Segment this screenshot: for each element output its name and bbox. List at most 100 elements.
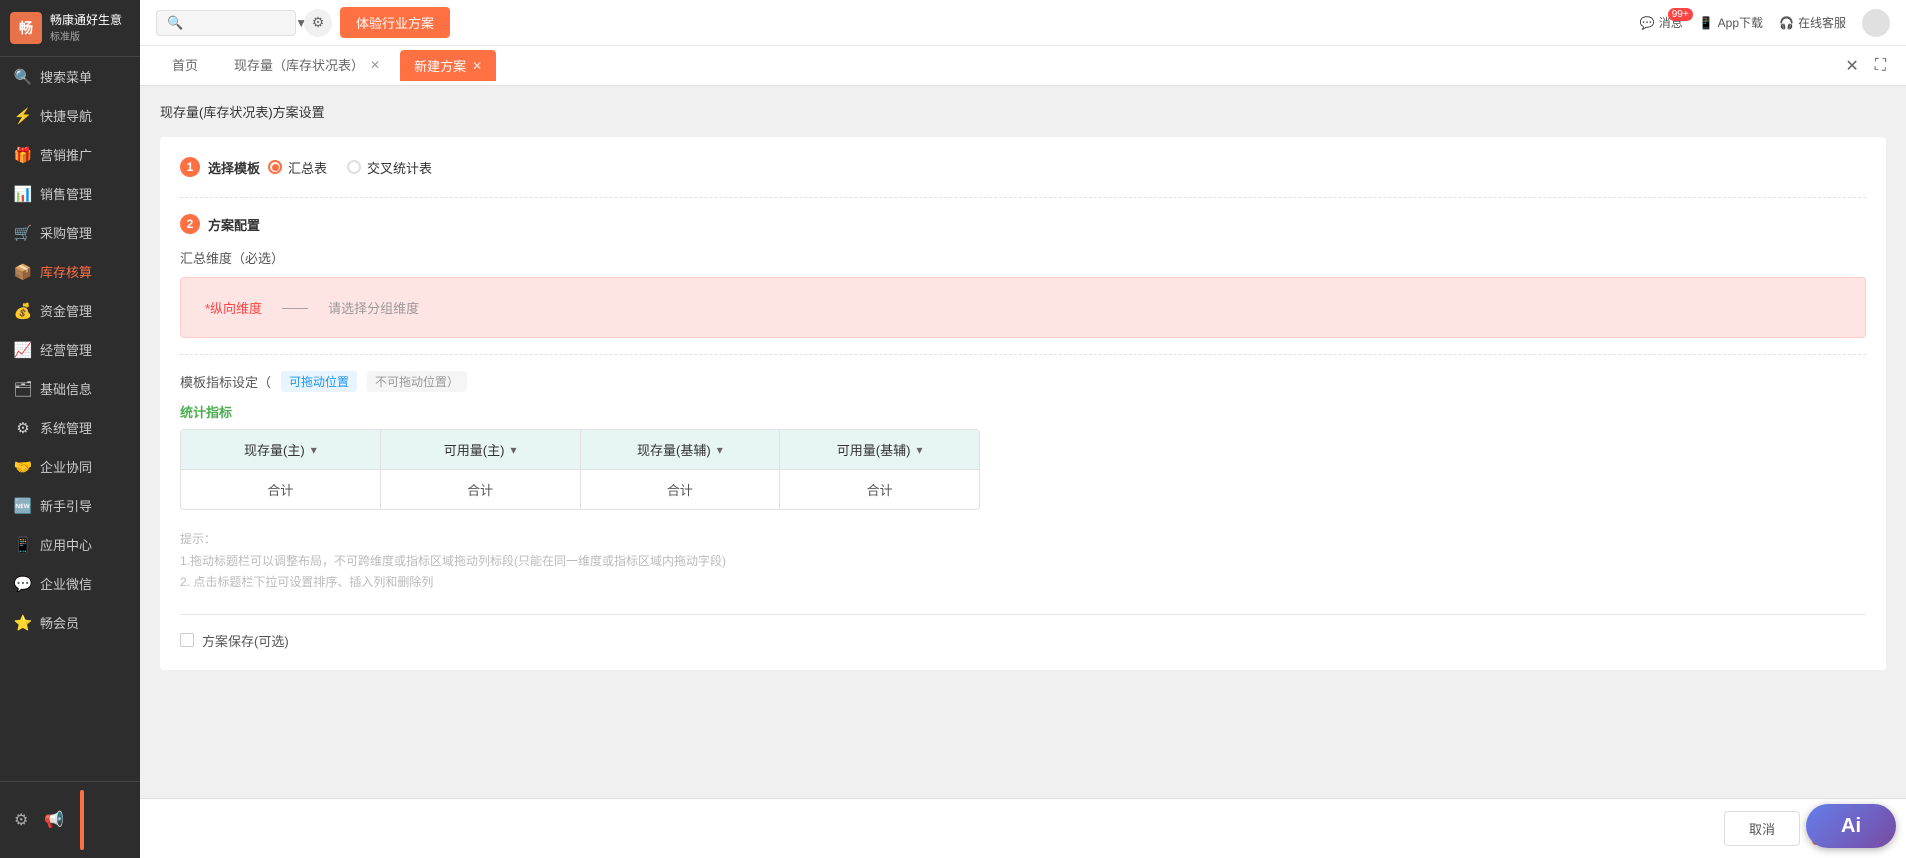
search-box[interactable]: 🔍 ▼ (156, 10, 296, 36)
close-tab-btn[interactable]: ✕ (1841, 54, 1862, 78)
step1-header: 1 选择模板 汇总表 交叉统计表 (180, 157, 1866, 177)
col-chevron-1[interactable]: ▾ (510, 443, 516, 457)
not-draggable-tag: 不可拖动位置） (367, 371, 467, 392)
speaker-icon[interactable]: 📢 (44, 810, 64, 830)
tab-inventory-close[interactable]: ✕ (370, 58, 380, 72)
dimension-box[interactable]: *纵向维度 —— 请选择分组维度 (180, 277, 1866, 338)
sidebar-item-marketing[interactable]: 🎁 营销推广 (0, 135, 140, 174)
hint-box: 提示： 1.拖动标题栏可以调整布局，不可跨维度或指标区域拖动列标段(只能在同一维… (180, 529, 1866, 594)
sidebar-item-label: 经营管理 (40, 340, 92, 359)
sidebar-item-wechat[interactable]: 💬 企业微信 (0, 564, 140, 603)
sidebar-item-inventory[interactable]: 📦 库存核算 (0, 252, 140, 291)
quick-nav-icon: ⚡ (14, 107, 32, 125)
wechat-icon: 💬 (14, 575, 32, 593)
radio-cross-indicator (347, 160, 361, 174)
sidebar-item-label: 销售管理 (40, 184, 92, 203)
marketing-icon: 🎁 (14, 146, 32, 164)
tabs-bar: 首页 现存量（库存状况表） ✕ 新建方案 ✕ ✕ ⛶ (140, 46, 1906, 86)
app-version: 标准版 (50, 28, 122, 43)
message-icon: 💬 (1640, 16, 1655, 30)
app-name: 畅康通好生意 (50, 13, 122, 29)
col-body-1: 合计 (381, 470, 581, 509)
tab-home-label: 首页 (172, 55, 198, 74)
settings-footer-icon[interactable]: ⚙ (14, 810, 28, 830)
tab-home[interactable]: 首页 (156, 47, 214, 84)
metrics-label-row: 模板指标设定（ 可拖动位置 不可拖动位置） (180, 371, 1866, 392)
online-service-btn[interactable]: 🎧 在线客服 (1779, 14, 1846, 31)
divider-1 (180, 197, 1866, 198)
sidebar-item-label: 系统管理 (40, 418, 92, 437)
tab-new-close[interactable]: ✕ (472, 59, 482, 73)
logo-icon: 畅 (10, 12, 42, 44)
tab-new-scheme[interactable]: 新建方案 ✕ (400, 50, 496, 81)
step1-num: 1 (180, 157, 200, 177)
sidebar-item-search[interactable]: 🔍 搜索菜单 (0, 57, 140, 96)
sidebar-item-guide[interactable]: 🆕 新手引导 (0, 486, 140, 525)
messages-badge: 99+ (1668, 8, 1693, 21)
sidebar-item-label: 畅会员 (40, 613, 79, 632)
radio-cross-table[interactable]: 交叉统计表 (347, 158, 432, 177)
col-chevron-0[interactable]: ▾ (311, 443, 317, 457)
sidebar: 畅 畅康通好生意 标准版 🔍 搜索菜单 ⚡ 快捷导航 🎁 营销推广 📊 销售管理… (0, 0, 140, 858)
col-header-3[interactable]: 可用量(基辅) ▾ (780, 430, 979, 469)
col-header-2[interactable]: 现存量(基辅) ▾ (581, 430, 781, 469)
expand-tab-btn[interactable]: ⛶ (1871, 54, 1890, 78)
step2-title: 方案配置 (208, 215, 260, 234)
app-download-btn[interactable]: 📱 App下载 (1699, 14, 1763, 31)
cancel-button[interactable]: 取消 (1724, 811, 1800, 846)
search-icon: 🔍 (14, 68, 32, 86)
sidebar-item-purchase[interactable]: 🛒 采购管理 (0, 213, 140, 252)
sidebar-item-label: 应用中心 (40, 535, 92, 554)
col-label-1: 可用量(主) (444, 440, 505, 459)
sidebar-item-label: 库存核算 (40, 262, 92, 281)
search-icon: 🔍 (167, 15, 183, 31)
sidebar-item-finance[interactable]: 💰 资金管理 (0, 291, 140, 330)
tab-new-label: 新建方案 (414, 56, 466, 75)
sidebar-item-base-info[interactable]: 🗂 基础信息 (0, 369, 140, 408)
sidebar-item-quick-nav[interactable]: ⚡ 快捷导航 (0, 96, 140, 135)
sidebar-item-label: 资金管理 (40, 301, 92, 320)
user-avatar[interactable] (1862, 9, 1890, 37)
sidebar-item-label: 搜索菜单 (40, 67, 92, 86)
draggable-tag: 可拖动位置 (281, 371, 357, 392)
col-label-3: 可用量(基辅) (837, 440, 911, 459)
sidebar-item-app-center[interactable]: 📱 应用中心 (0, 525, 140, 564)
sidebar-item-enterprise[interactable]: 🤝 企业协同 (0, 447, 140, 486)
app-center-icon: 📱 (14, 536, 32, 554)
messages-btn[interactable]: 💬 消息 99+ (1640, 14, 1683, 31)
sidebar-item-operations[interactable]: 📈 经营管理 (0, 330, 140, 369)
stats-table-header: 现存量(主) ▾ 可用量(主) ▾ 现存量(基辅) ▾ 可用量(基辅) (181, 430, 979, 469)
sidebar-item-label: 快捷导航 (40, 106, 92, 125)
col-label-0: 现存量(主) (244, 440, 305, 459)
save-checkbox[interactable] (180, 633, 194, 647)
sidebar-footer: ⚙ 📢 (0, 781, 140, 858)
step2-num: 2 (180, 214, 200, 234)
finance-icon: 💰 (14, 302, 32, 320)
search-input[interactable] (189, 16, 289, 30)
enterprise-icon: 🤝 (14, 458, 32, 476)
dimension-placeholder: 请选择分组维度 (328, 298, 419, 317)
col-header-1[interactable]: 可用量(主) ▾ (381, 430, 581, 469)
ai-fab-button[interactable]: Ai (1806, 804, 1896, 848)
dimension-required-label: 汇总维度（必选） (180, 248, 1866, 267)
trial-btn[interactable]: 体验行业方案 (340, 7, 450, 38)
topbar: 🔍 ▼ ⚙ 体验行业方案 💬 消息 99+ 📱 App下载 🎧 在线客服 (140, 0, 1906, 46)
tab-inventory[interactable]: 现存量（库存状况表） ✕ (218, 47, 396, 84)
tabs-actions: ✕ ⛶ (1841, 54, 1890, 78)
step1-section: 1 选择模板 汇总表 交叉统计表 (180, 157, 1866, 177)
divider-2 (180, 354, 1866, 355)
col-chevron-2[interactable]: ▾ (717, 443, 723, 457)
sidebar-item-system[interactable]: ⚙ 系统管理 (0, 408, 140, 447)
content-area: 现存量(库存状况表)方案设置 1 选择模板 汇总表 交叉统计表 (140, 86, 1906, 798)
sidebar-item-member[interactable]: ⭐ 畅会员 (0, 603, 140, 642)
sidebar-item-sales[interactable]: 📊 销售管理 (0, 174, 140, 213)
sidebar-item-label: 企业微信 (40, 574, 92, 593)
gear-icon: ⚙ (312, 14, 325, 31)
col-chevron-3[interactable]: ▾ (916, 443, 922, 457)
col-header-0[interactable]: 现存量(主) ▾ (181, 430, 381, 469)
topbar-settings-btn[interactable]: ⚙ (304, 9, 332, 37)
online-service-label: 在线客服 (1798, 14, 1846, 31)
radio-summary-table[interactable]: 汇总表 (268, 158, 327, 177)
sidebar-item-label: 采购管理 (40, 223, 92, 242)
settings-card: 1 选择模板 汇总表 交叉统计表 (160, 137, 1886, 670)
